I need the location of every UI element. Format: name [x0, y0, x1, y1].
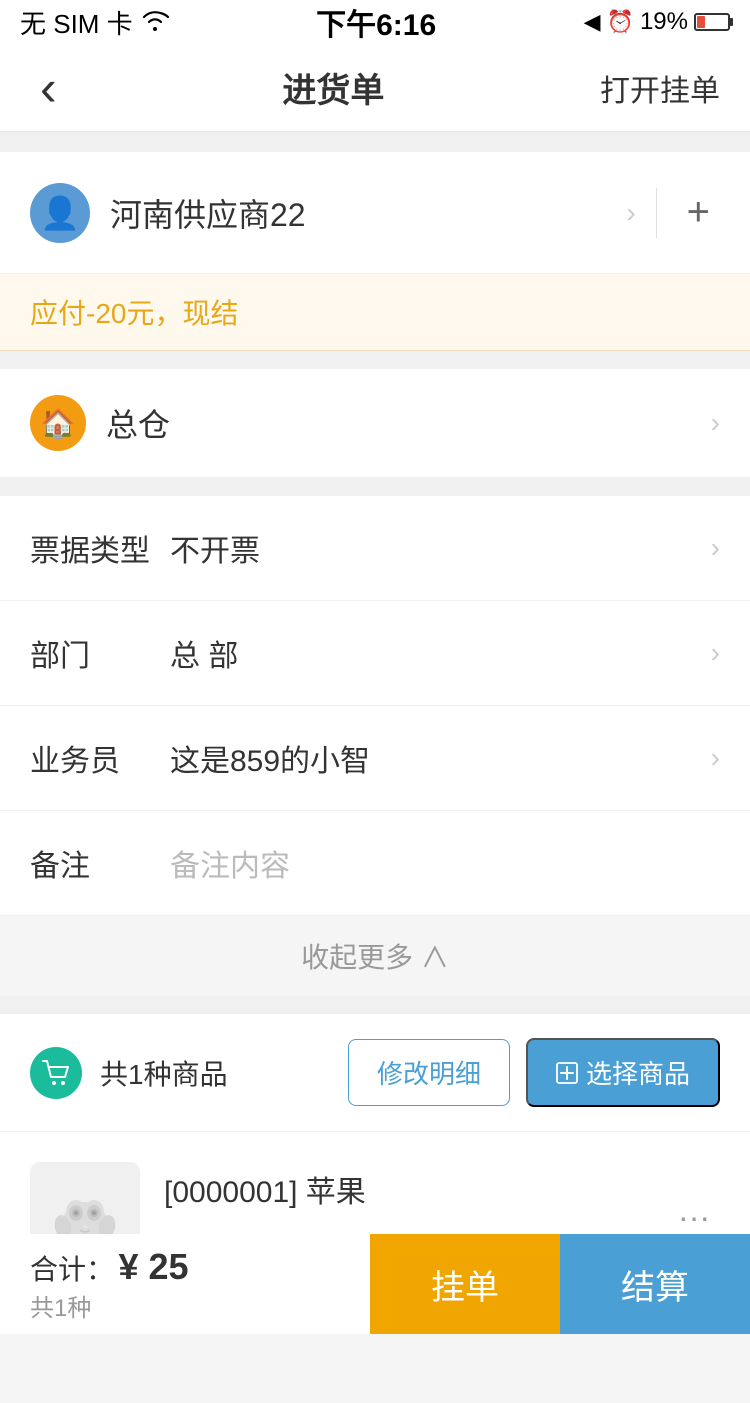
remark-placeholder: 备注内容	[170, 841, 720, 885]
remark-row[interactable]: 备注 备注内容	[0, 811, 750, 916]
warehouse-section: 🏠 总仓 ›	[0, 369, 750, 478]
status-bar: 无 SIM 卡 下午6:16 ◀ ⏰ 19%	[0, 0, 750, 44]
divider-2	[0, 351, 750, 369]
alarm-icon: ⏰	[607, 9, 634, 35]
bottom-bar: 合计： ¥ 25 共1种 挂单 结算	[0, 1234, 750, 1334]
nav-bar: ‹ 进货单 打开挂单	[0, 44, 750, 132]
divider-1	[0, 132, 750, 152]
supplier-name: 河南供应商22	[110, 190, 626, 236]
cart-icon	[41, 1059, 71, 1087]
battery-icon	[694, 13, 730, 31]
location-icon: ◀	[584, 9, 601, 35]
battery-percent: 19%	[640, 8, 688, 36]
product-code: [0000001]	[164, 1176, 306, 1209]
status-indicators: ◀ ⏰ 19%	[584, 8, 730, 36]
supplier-divider	[656, 188, 657, 238]
salesperson-chevron-icon: ›	[711, 742, 720, 774]
add-supplier-button[interactable]: +	[677, 180, 720, 245]
salesperson-label: 业务员	[30, 736, 170, 780]
carrier-text: 无 SIM 卡	[20, 4, 133, 41]
notice-bar: 应付-20元，现结	[0, 274, 750, 351]
supplier-section: 👤 河南供应商22 › + 应付-20元，现结	[0, 152, 750, 351]
nav-title: 进货单	[282, 63, 384, 112]
warehouse-chevron-icon: ›	[711, 407, 720, 439]
divider-3	[0, 478, 750, 496]
status-carrier: 无 SIM 卡	[20, 4, 169, 41]
user-icon: 👤	[40, 194, 80, 232]
open-hang-button[interactable]: 打开挂单	[600, 66, 720, 110]
invoice-type-label: 票据类型	[30, 526, 170, 570]
warehouse-row[interactable]: 🏠 总仓 ›	[0, 369, 750, 478]
product-title: 苹果	[306, 1176, 366, 1209]
form-section: 票据类型 不开票 › 部门 总 部 › 业务员 这是859的小智 › 备注 备注…	[0, 496, 750, 996]
total-amount: ¥ 25	[118, 1246, 188, 1287]
department-chevron-icon: ›	[711, 637, 720, 669]
checkout-button[interactable]: 结算	[560, 1234, 750, 1334]
product-name: [0000001] 苹果	[164, 1167, 668, 1211]
collapse-label: 收起更多 ∧	[301, 936, 449, 976]
divider-4	[0, 996, 750, 1014]
supplier-avatar: 👤	[30, 183, 90, 243]
department-value: 总 部	[170, 631, 711, 675]
department-label: 部门	[30, 631, 170, 675]
back-button[interactable]: ‹	[30, 49, 67, 127]
hang-button[interactable]: 挂单	[370, 1234, 560, 1334]
product-header: 共1种商品 修改明细 选择商品	[0, 1014, 750, 1132]
warehouse-icon-wrap: 🏠	[30, 395, 86, 451]
order-summary: 合计： ¥ 25 共1种	[0, 1234, 370, 1334]
total-label: 合计：	[30, 1254, 114, 1285]
remark-label: 备注	[30, 841, 170, 885]
select-product-label: 选择商品	[586, 1054, 690, 1091]
items-count: 共1种	[30, 1288, 340, 1323]
invoice-type-chevron-icon: ›	[711, 532, 720, 564]
warehouse-name: 总仓	[106, 400, 711, 446]
salesperson-row[interactable]: 业务员 这是859的小智 ›	[0, 706, 750, 811]
select-icon	[556, 1062, 578, 1084]
product-count-text: 共1种商品	[100, 1053, 348, 1093]
warehouse-icon: 🏠	[41, 407, 76, 440]
product-count-icon-wrap	[30, 1047, 82, 1099]
supplier-row[interactable]: 👤 河南供应商22 › +	[0, 152, 750, 274]
invoice-type-row[interactable]: 票据类型 不开票 ›	[0, 496, 750, 601]
total-row: 合计： ¥ 25	[30, 1246, 340, 1288]
select-product-button[interactable]: 选择商品	[526, 1038, 720, 1107]
invoice-type-value: 不开票	[170, 526, 711, 570]
collapse-button[interactable]: 收起更多 ∧	[0, 916, 750, 996]
status-time: 下午6:16	[316, 0, 436, 44]
chevron-right-icon: ›	[626, 197, 635, 229]
salesperson-value: 这是859的小智	[170, 736, 711, 780]
notice-text: 应付-20元，现结	[30, 298, 238, 329]
modify-detail-button[interactable]: 修改明细	[348, 1039, 510, 1106]
wifi-icon	[141, 7, 169, 38]
department-row[interactable]: 部门 总 部 ›	[0, 601, 750, 706]
